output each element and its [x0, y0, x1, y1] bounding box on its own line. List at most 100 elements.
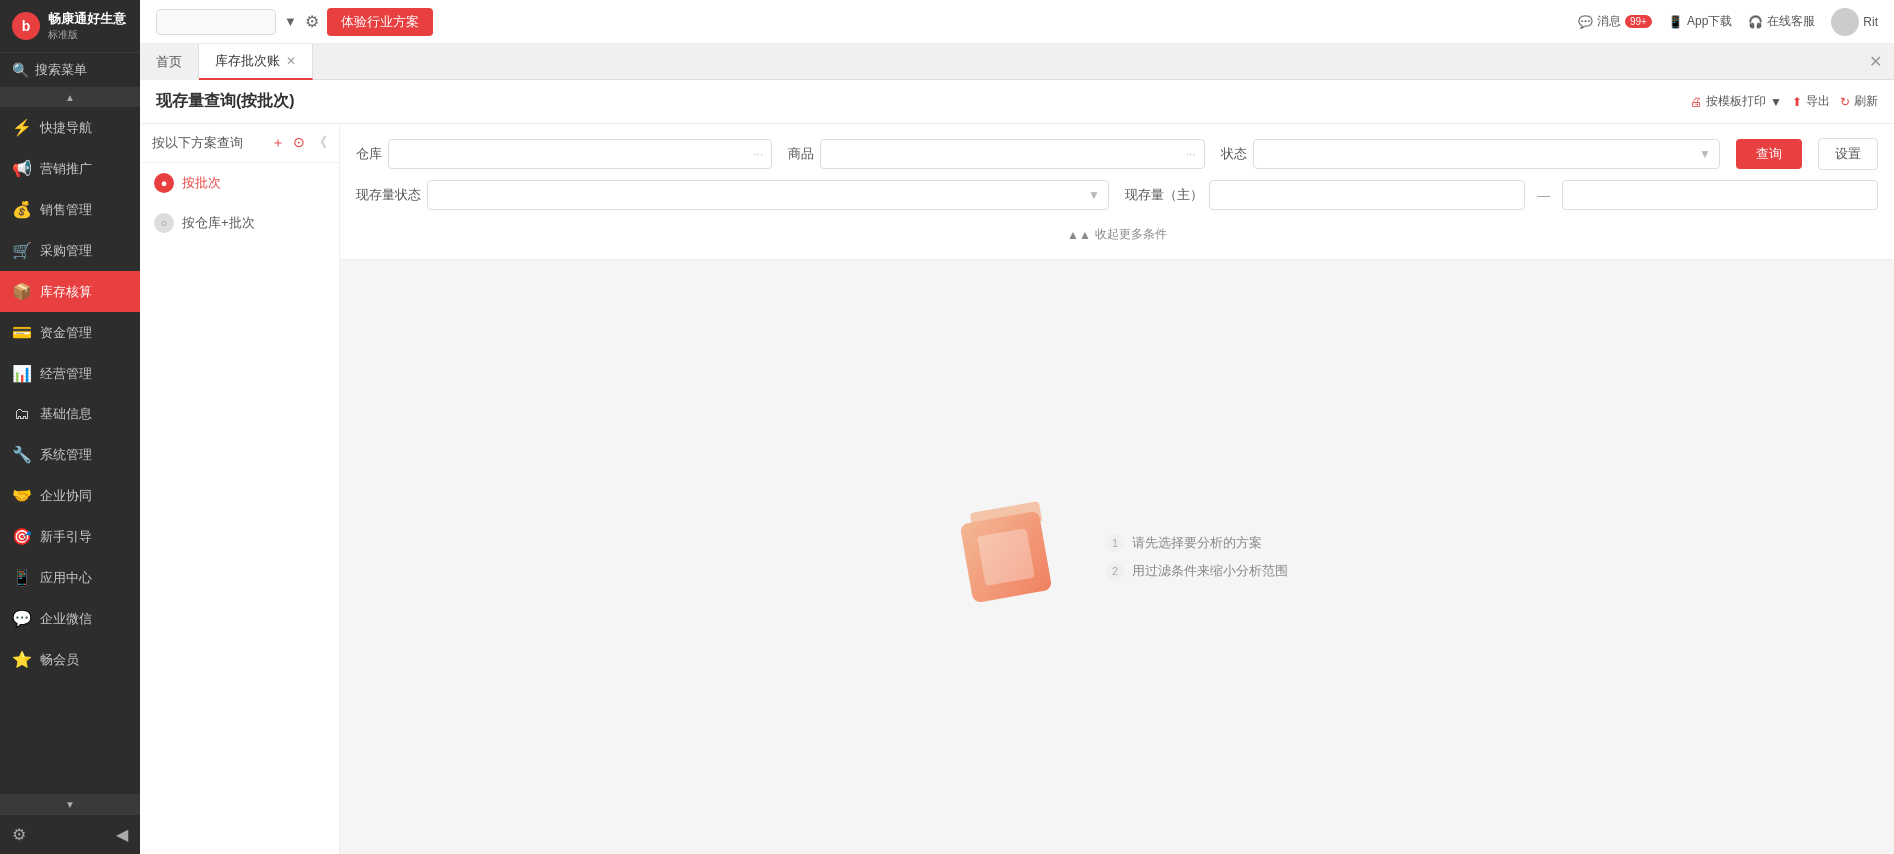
tab-batch-account[interactable]: 库存批次账 ✕ [199, 44, 313, 80]
filter-form: 仓库 ··· 商品 ··· 状态 [340, 124, 1894, 260]
empty-hints: 1 请先选择要分析的方案 2 用过滤条件来缩小分析范围 [1106, 534, 1288, 580]
marketing-icon: 📢 [12, 159, 32, 178]
tab-close-icon[interactable]: ✕ [286, 54, 296, 68]
range-dash: — [1531, 188, 1556, 203]
sidebar-item-app-center[interactable]: 📱 应用中心 [0, 557, 140, 598]
scroll-up-btn[interactable]: ▲ [0, 87, 140, 107]
product-label: 商品 [788, 145, 814, 163]
sidebar-item-label: 系统管理 [40, 446, 92, 464]
filter-row-2: 现存量状态 ▼ 现存量（主） — [356, 180, 1878, 210]
service-icon: 🎧 [1748, 15, 1763, 29]
collapse-up-icon: ▲▲ [1067, 228, 1091, 242]
quick-nav-icon: ⚡ [12, 118, 32, 137]
query-area: 仓库 ··· 商品 ··· 状态 [340, 124, 1894, 854]
finance-icon: 💳 [12, 323, 32, 342]
hint-2-text: 用过滤条件来缩小分析范围 [1132, 562, 1288, 580]
purchase-icon: 🛒 [12, 241, 32, 260]
settings-btn[interactable]: 设置 [1818, 138, 1878, 170]
trial-btn[interactable]: 体验行业方案 [327, 8, 433, 36]
sidebar-item-label: 采购管理 [40, 242, 92, 260]
sidebar-item-guide[interactable]: 🎯 新手引导 [0, 516, 140, 557]
filter-collapse-row[interactable]: ▲▲ 收起更多条件 [356, 220, 1878, 245]
enterprise-icon: 🤝 [12, 486, 32, 505]
username-label: Rit [1863, 15, 1878, 29]
collapse-label: 收起更多条件 [1095, 226, 1167, 243]
basic-icon: 🗂 [12, 405, 32, 423]
online-service-action[interactable]: 🎧 在线客服 [1748, 13, 1815, 30]
batch-filter-icon: ● [154, 173, 174, 193]
inventory-icon: 📦 [12, 282, 32, 301]
settings-icon[interactable]: ⚙ [12, 825, 26, 844]
print-btn[interactable]: 🖨 按模板打印 ▼ [1690, 93, 1782, 110]
app-download-action[interactable]: 📱 App下载 [1668, 13, 1732, 30]
refresh-icon: ↻ [1840, 95, 1850, 109]
tab-home[interactable]: 首页 [140, 44, 199, 80]
topbar-left: ▼ ⚙ 体验行业方案 [156, 8, 1568, 36]
page-actions: 🖨 按模板打印 ▼ ⬆ 导出 ↻ 刷新 [1690, 93, 1878, 110]
filter-item-by-warehouse-batch[interactable]: ○ 按仓库+批次 [140, 203, 339, 243]
filter-panel-icons: ＋ ⊙ 《 [271, 134, 327, 152]
user-avatar-action[interactable]: Rit [1831, 8, 1878, 36]
sidebar-item-basic[interactable]: 🗂 基础信息 [0, 394, 140, 434]
sidebar-item-label: 销售管理 [40, 201, 92, 219]
topbar-right: 💬 消息 99+ 📱 App下载 🎧 在线客服 Rit [1578, 8, 1878, 36]
sidebar-item-member[interactable]: ⭐ 畅会员 [0, 639, 140, 680]
member-icon: ⭐ [12, 650, 32, 669]
sidebar-item-label: 经营管理 [40, 365, 92, 383]
sidebar-item-label: 库存核算 [40, 283, 92, 301]
sidebar-item-sales[interactable]: 💰 销售管理 [0, 189, 140, 230]
filter-panel-title: 按以下方案查询 [152, 134, 243, 152]
messages-badge: 99+ [1625, 15, 1652, 28]
sidebar-search[interactable]: 🔍 搜索菜单 [0, 53, 140, 87]
product-dots[interactable]: ··· [1185, 147, 1195, 161]
sidebar-item-enterprise[interactable]: 🤝 企业协同 [0, 475, 140, 516]
warehouse-batch-filter-icon: ○ [154, 213, 174, 233]
collapse-sidebar-icon[interactable]: ◀ [116, 825, 128, 844]
print-label: 按模板打印 [1706, 93, 1766, 110]
sidebar-item-wechat[interactable]: 💬 企业微信 [0, 598, 140, 639]
warehouse-dots[interactable]: ··· [753, 147, 763, 161]
add-filter-icon[interactable]: ＋ [271, 134, 285, 152]
warehouse-input[interactable]: ··· [388, 139, 772, 169]
sidebar-item-inventory[interactable]: 📦 库存核算 [0, 271, 140, 312]
sidebar-item-operation[interactable]: 📊 经营管理 [0, 353, 140, 394]
system-icon: 🔧 [12, 445, 32, 464]
product-input[interactable]: ··· [820, 139, 1204, 169]
query-btn[interactable]: 查询 [1736, 139, 1802, 169]
operation-icon: 📊 [12, 364, 32, 383]
status-select[interactable]: ▼ [1253, 139, 1721, 169]
export-btn[interactable]: ⬆ 导出 [1792, 93, 1830, 110]
status-group: 状态 ▼ [1221, 139, 1721, 169]
sidebar-item-quick-nav[interactable]: ⚡ 快捷导航 [0, 107, 140, 148]
print-dropdown-icon[interactable]: ▼ [1770, 95, 1782, 109]
stock-qty-min-input[interactable] [1209, 180, 1525, 210]
filter-item-by-batch[interactable]: ● 按批次 [140, 163, 339, 203]
topbar-search-input[interactable] [156, 9, 276, 35]
topbar-gear-icon[interactable]: ⚙ [305, 12, 319, 31]
empty-hint-2: 2 用过滤条件来缩小分析范围 [1106, 562, 1288, 580]
stock-qty-max-input[interactable] [1562, 180, 1878, 210]
filter-settings-icon[interactable]: ⊙ [293, 134, 305, 152]
stock-status-chevron-icon: ▼ [1088, 188, 1100, 202]
scroll-down-btn[interactable]: ▼ [0, 794, 140, 814]
online-service-label: 在线客服 [1767, 13, 1815, 30]
refresh-btn[interactable]: ↻ 刷新 [1840, 93, 1878, 110]
sidebar-item-label: 资金管理 [40, 324, 92, 342]
hint-1-num: 1 [1106, 534, 1124, 552]
topbar-dropdown-btn[interactable]: ▼ [284, 14, 297, 29]
messages-action[interactable]: 💬 消息 99+ [1578, 13, 1652, 30]
sidebar-item-purchase[interactable]: 🛒 采购管理 [0, 230, 140, 271]
tab-area-close-btn[interactable]: ✕ [1857, 52, 1894, 71]
sidebar-item-marketing[interactable]: 📢 营销推广 [0, 148, 140, 189]
sidebar-item-label: 新手引导 [40, 528, 92, 546]
messages-icon: 💬 [1578, 15, 1593, 29]
app-download-label: App下载 [1687, 13, 1732, 30]
home-tab-label: 首页 [156, 53, 182, 71]
stock-status-select[interactable]: ▼ [427, 180, 1109, 210]
stock-status-label: 现存量状态 [356, 186, 421, 204]
sidebar-item-system[interactable]: 🔧 系统管理 [0, 434, 140, 475]
filter-collapse-icon[interactable]: 《 [313, 134, 327, 152]
sales-icon: 💰 [12, 200, 32, 219]
sidebar-item-finance[interactable]: 💳 资金管理 [0, 312, 140, 353]
stock-qty-group: 现存量（主） — [1125, 180, 1878, 210]
